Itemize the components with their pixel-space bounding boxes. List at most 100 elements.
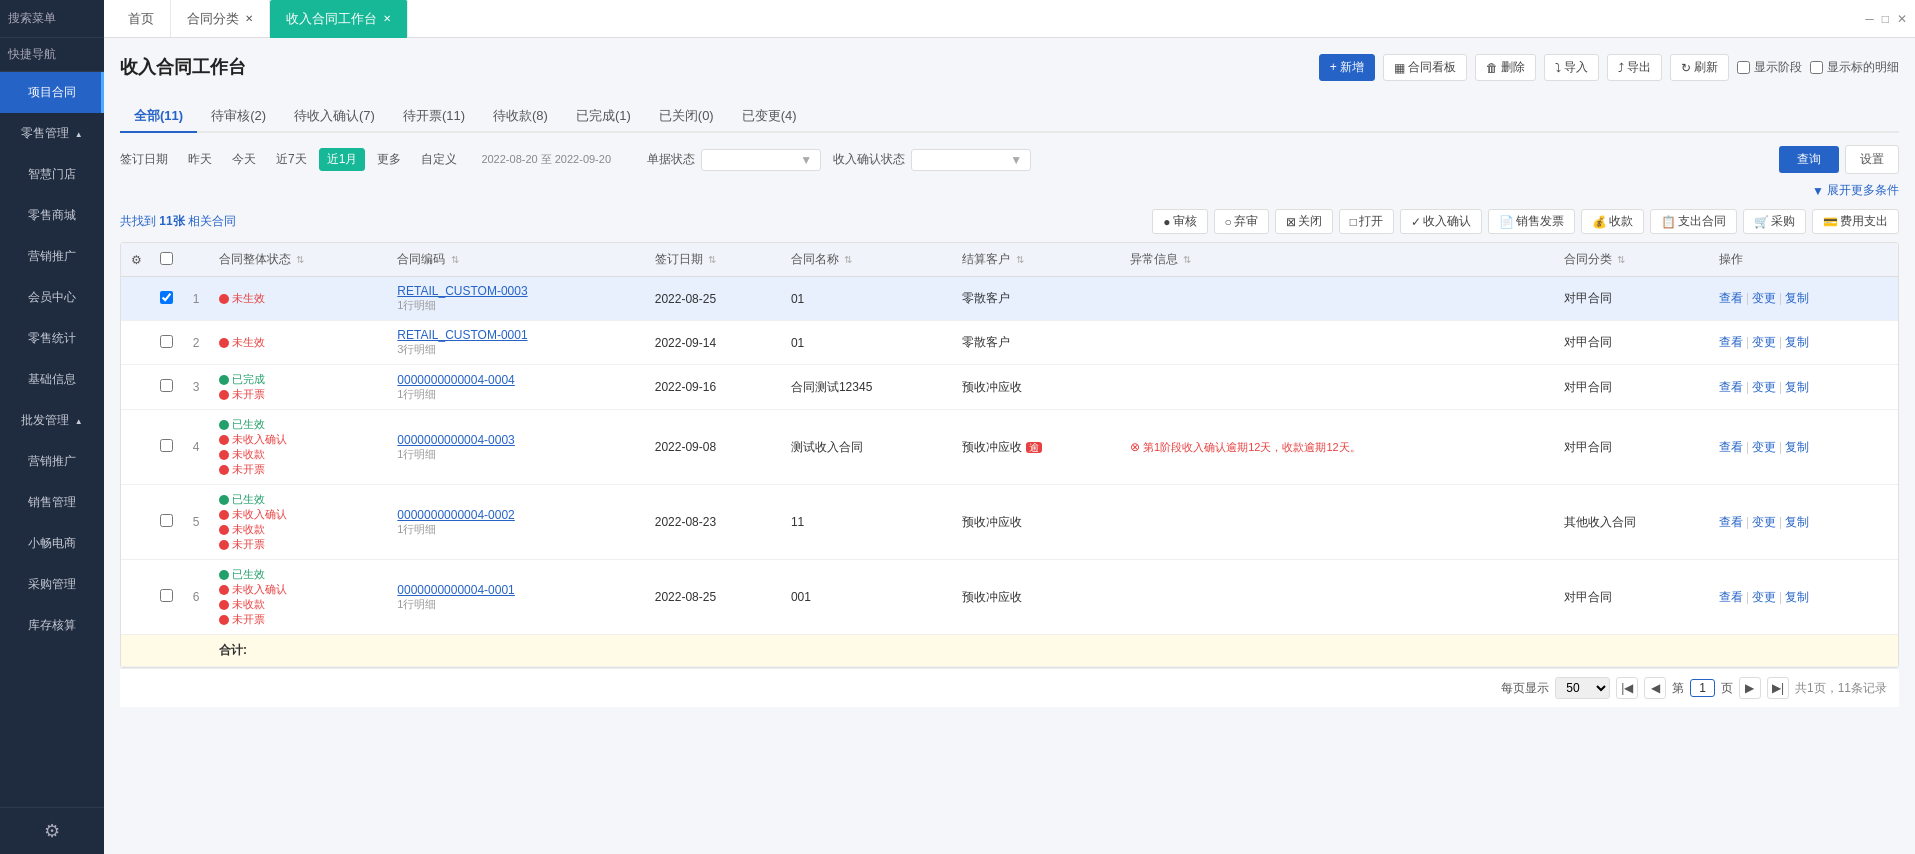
filter-settings-button[interactable]: 设置 [1845,145,1899,174]
tab-contract-category[interactable]: 合同分类✕ [171,0,270,38]
op-btn-变更[interactable]: 变更 [1752,590,1776,604]
tab-close-icon[interactable]: ✕ [383,13,391,24]
table-header-settlement-customer[interactable]: 结算客户 ⇅ [954,243,1122,277]
date-option-more[interactable]: 更多 [369,148,409,171]
close-contract-button[interactable]: ⊠ 关闭 [1275,209,1333,234]
op-btn-复制[interactable]: 复制 [1785,380,1809,394]
op-btn-变更[interactable]: 变更 [1752,440,1776,454]
sidebar-item-xiaochang[interactable]: 小畅电商 [0,523,104,564]
window-maximize-btn[interactable]: □ [1882,12,1889,26]
first-page-button[interactable]: |◀ [1616,677,1638,699]
abandon-review-button[interactable]: ○ 弃审 [1214,209,1269,234]
show-details-checkbox[interactable]: 显示标的明细 [1810,59,1899,76]
contract-code-link[interactable]: 0000000000004-0001 [397,583,514,597]
last-page-button[interactable]: ▶| [1767,677,1789,699]
table-header-contract-code[interactable]: 合同编码 ⇅ [389,243,646,277]
op-btn-复制[interactable]: 复制 [1785,440,1809,454]
delete-button[interactable]: 🗑 删除 [1475,54,1536,81]
table-header-sign-date[interactable]: 签订日期 ⇅ [647,243,783,277]
op-btn-变更[interactable]: 变更 [1752,515,1776,529]
collection-button[interactable]: 💰 收款 [1581,209,1644,234]
sidebar-item-sales-mgmt[interactable]: 销售管理 [0,482,104,523]
op-btn-查看[interactable]: 查看 [1719,335,1743,349]
income-confirm-select[interactable]: ▼ [911,149,1031,171]
row-checkbox[interactable] [160,335,173,348]
income-confirm-button[interactable]: ✓ 收入确认 [1400,209,1482,234]
date-option-last7[interactable]: 近7天 [268,148,315,171]
row-checkbox[interactable] [160,439,173,452]
show-fields-checkbox[interactable]: 显示阶段 [1737,59,1802,76]
filter-tab-closed[interactable]: 已关闭(0) [645,101,728,133]
op-btn-查看[interactable]: 查看 [1719,440,1743,454]
table-header-settings[interactable]: ⚙ [121,243,151,277]
table-header-checkbox[interactable] [151,243,181,277]
sidebar-item-basic-info[interactable]: 基础信息 [0,359,104,400]
add-button[interactable]: + 新增 [1319,54,1375,81]
sidebar-item-project[interactable]: 项目合同 [0,72,104,113]
sidebar-item-wholesale-mgmt[interactable]: 批发管理 ▲ [0,400,104,441]
purchase-button[interactable]: 🛒 采购 [1743,209,1806,234]
open-contract-button[interactable]: □ 打开 [1339,209,1394,234]
audit-button[interactable]: ● 审核 [1152,209,1207,234]
show-details-input[interactable] [1810,61,1823,74]
refresh-button[interactable]: ↻ 刷新 [1670,54,1729,81]
next-page-button[interactable]: ▶ [1739,677,1761,699]
tab-income-contract[interactable]: 收入合同工作台✕ [270,0,408,38]
expand-more-conditions[interactable]: ▼ 展开更多条件 [1812,182,1899,199]
filter-tab-pending-income-confirm[interactable]: 待收入确认(7) [280,101,389,133]
outgoing-contract-button[interactable]: 📋 支出合同 [1650,209,1737,234]
op-btn-查看[interactable]: 查看 [1719,291,1743,305]
sidebar-quick-nav[interactable]: 快捷导航 [0,38,104,72]
sidebar-item-purchase[interactable]: 采购管理 [0,564,104,605]
op-btn-查看[interactable]: 查看 [1719,380,1743,394]
sidebar-settings-icon[interactable]: ⚙ [0,807,104,854]
contract-code-link[interactable]: 0000000000004-0003 [397,433,514,447]
tab-close-icon[interactable]: ✕ [245,13,253,24]
sidebar-item-marketing2[interactable]: 营销推广 [0,441,104,482]
sidebar-item-retail-mgmt[interactable]: 零售管理 ▲ [0,113,104,154]
import-button[interactable]: ⤵ 导入 [1544,54,1599,81]
filter-tab-pending-payment[interactable]: 待收款(8) [479,101,562,133]
table-header-contract-status[interactable]: 合同整体状态 ⇅ [211,243,389,277]
contract-code-link[interactable]: RETAIL_CUSTOM-0003 [397,284,527,298]
row-checkbox[interactable] [160,379,173,392]
op-btn-复制[interactable]: 复制 [1785,291,1809,305]
op-btn-变更[interactable]: 变更 [1752,335,1776,349]
tab-home[interactable]: 首页 [112,0,171,38]
row-checkbox[interactable] [160,291,173,304]
row-checkbox[interactable] [160,514,173,527]
contract-code-link[interactable]: 0000000000004-0004 [397,373,514,387]
sidebar-item-retail-mall[interactable]: 零售商城 [0,195,104,236]
sidebar-item-retail-stats[interactable]: 零售统计 [0,318,104,359]
op-btn-变更[interactable]: 变更 [1752,291,1776,305]
date-option-yesterday[interactable]: 昨天 [180,148,220,171]
show-fields-input[interactable] [1737,61,1750,74]
sidebar-search[interactable]: 搜索菜单 [0,0,104,38]
export-button[interactable]: ⤴ 导出 [1607,54,1662,81]
sidebar-item-marketing[interactable]: 营销推广 [0,236,104,277]
op-btn-复制[interactable]: 复制 [1785,335,1809,349]
doc-status-select[interactable]: ▼ [701,149,821,171]
row-checkbox[interactable] [160,589,173,602]
window-close-btn[interactable]: ✕ [1897,12,1907,26]
filter-tab-pending-review[interactable]: 待审核(2) [197,101,280,133]
sidebar-item-smart-store[interactable]: 智慧门店 [0,154,104,195]
date-option-custom[interactable]: 自定义 [413,148,465,171]
op-btn-查看[interactable]: 查看 [1719,515,1743,529]
op-btn-变更[interactable]: 变更 [1752,380,1776,394]
filter-tab-completed[interactable]: 已完成(1) [562,101,645,133]
contract-code-link[interactable]: 0000000000004-0002 [397,508,514,522]
query-button[interactable]: 查询 [1779,146,1839,173]
table-header-contract-category[interactable]: 合同分类 ⇅ [1556,243,1711,277]
per-page-select[interactable]: 50 20 100 [1555,677,1610,699]
op-btn-复制[interactable]: 复制 [1785,515,1809,529]
window-minimize-btn[interactable]: ─ [1865,12,1874,26]
op-btn-查看[interactable]: 查看 [1719,590,1743,604]
prev-page-button[interactable]: ◀ [1644,677,1666,699]
date-option-last1month[interactable]: 近1月 [319,148,366,171]
filter-tab-all[interactable]: 全部(11) [120,101,197,133]
filter-tab-changed[interactable]: 已变更(4) [728,101,811,133]
sales-invoice-button[interactable]: 📄 销售发票 [1488,209,1575,234]
filter-tab-pending-invoice[interactable]: 待开票(11) [389,101,479,133]
date-option-today[interactable]: 今天 [224,148,264,171]
